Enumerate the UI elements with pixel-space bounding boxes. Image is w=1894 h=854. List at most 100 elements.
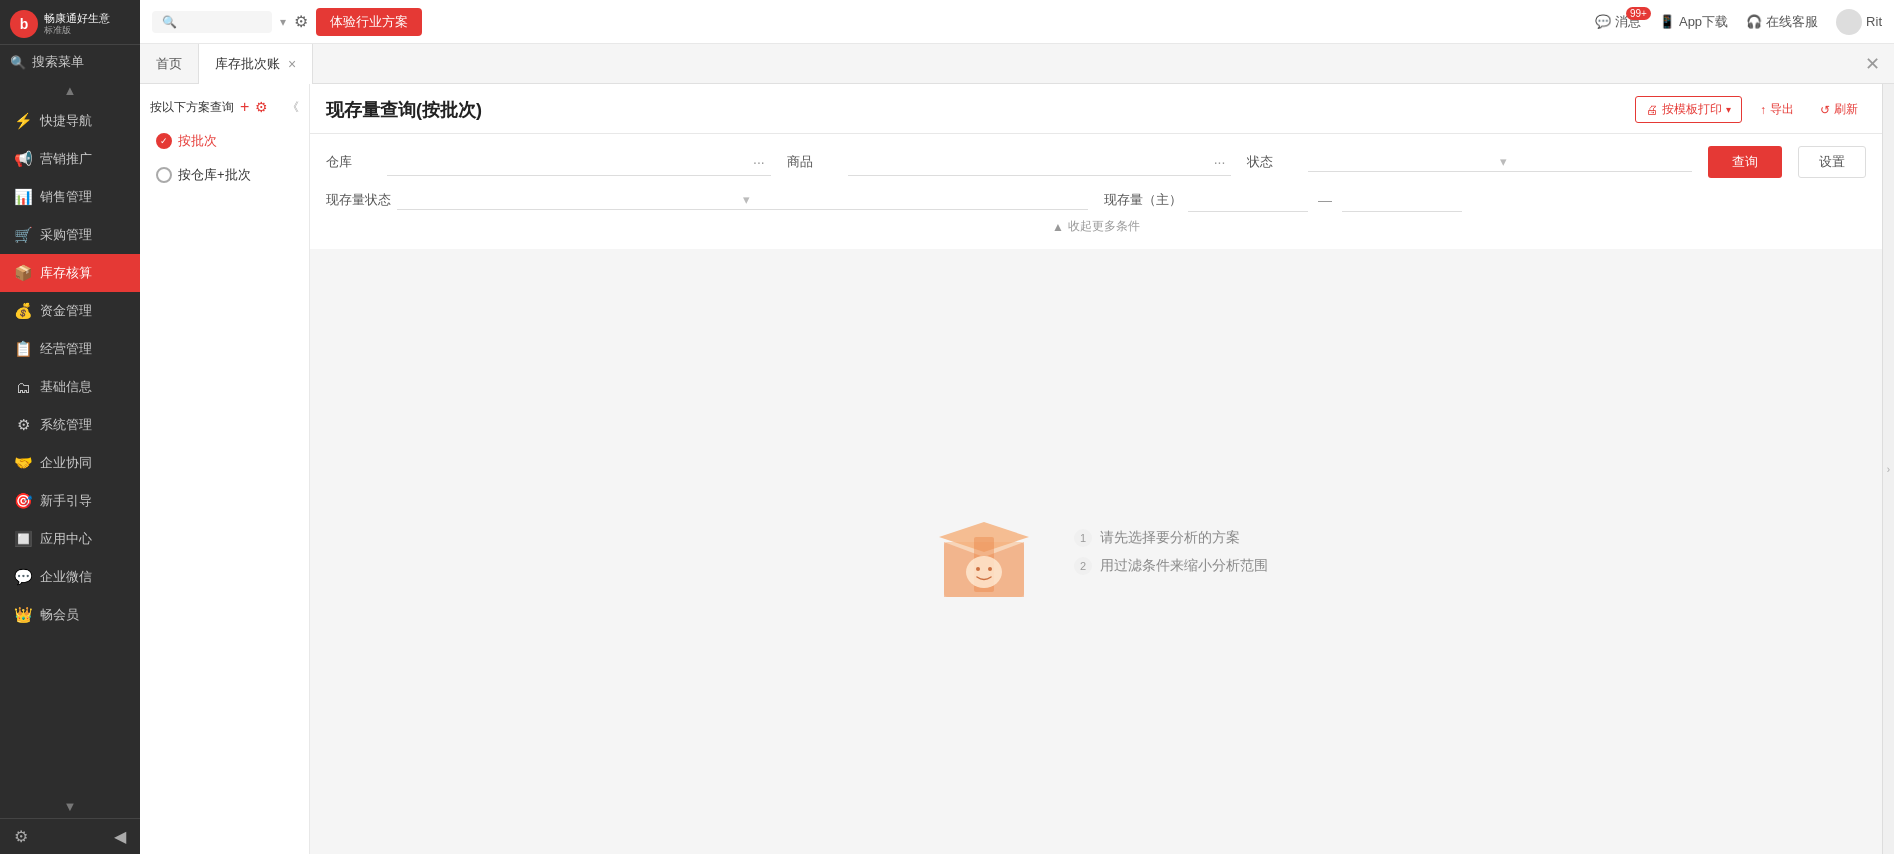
product-dots-icon[interactable]: ··· <box>1214 154 1226 170</box>
refresh-button[interactable]: ↺ 刷新 <box>1812 97 1866 122</box>
system-icon: ⚙ <box>14 416 32 434</box>
tabbar-close-button[interactable]: ✕ <box>1851 53 1894 75</box>
sidebar-item-system[interactable]: ⚙ 系统管理 <box>0 406 140 444</box>
quick-nav-icon: ⚡ <box>14 112 32 130</box>
left-panel-settings-icon[interactable]: ⚙ <box>255 99 268 115</box>
sidebar-item-basic[interactable]: 🗂 基础信息 <box>0 368 140 406</box>
status-chevron-icon: ▾ <box>1500 154 1686 169</box>
product-label: 商品 <box>787 153 842 171</box>
warehouse-field: 仓库 ··· <box>326 148 771 176</box>
sidebar-item-finance[interactable]: 💰 资金管理 <box>0 292 140 330</box>
search-icon: 🔍 <box>10 55 26 70</box>
filter-row-2: 现存量状态 ▾ 现存量（主） — <box>326 188 1866 212</box>
trial-button[interactable]: 体验行业方案 <box>316 8 422 36</box>
sidebar-item-purchase[interactable]: 🛒 采购管理 <box>0 216 140 254</box>
stock-quantity-label: 现存量（主） <box>1104 191 1182 209</box>
sidebar-item-inventory[interactable]: 📦 库存核算 <box>0 254 140 292</box>
left-panel-item-by-batch[interactable]: ✓ 按批次 <box>140 124 309 158</box>
export-icon: ↑ <box>1760 103 1766 117</box>
sidebar-footer: ⚙ ◀ <box>0 818 140 854</box>
inventory-icon: 📦 <box>14 264 32 282</box>
app-download-button[interactable]: 📱 App下载 <box>1659 13 1728 31</box>
messages-button[interactable]: 💬 消息 99+ <box>1595 13 1641 31</box>
topbar-settings-icon[interactable]: ⚙ <box>294 12 308 31</box>
warehouse-dots-icon[interactable]: ··· <box>753 154 765 170</box>
tab-home[interactable]: 首页 <box>140 44 199 84</box>
sidebar-nav: ⚡ 快捷导航 📢 营销推广 📊 销售管理 🛒 采购管理 📦 库存核算 💰 资金管… <box>0 102 140 795</box>
messages-icon: 💬 <box>1595 14 1611 29</box>
page-title: 现存量查询(按批次) <box>326 98 482 122</box>
svg-point-3 <box>976 567 980 571</box>
tabbar: 首页 库存批次账 × ✕ <box>140 44 1894 84</box>
enterprise-icon: 🤝 <box>14 454 32 472</box>
left-panel-item-by-warehouse-batch[interactable]: 按仓库+批次 <box>140 158 309 192</box>
online-service-button[interactable]: 🎧 在线客服 <box>1746 13 1818 31</box>
sidebar-settings-icon[interactable]: ⚙ <box>14 827 28 846</box>
sidebar-collapse-icon[interactable]: ◀ <box>114 827 126 846</box>
hint-num-1: 1 <box>1074 529 1092 547</box>
right-collapse-handle[interactable]: › <box>1882 84 1894 854</box>
page-actions: 🖨 按模板打印 ▾ ↑ 导出 ↺ 刷新 <box>1635 96 1866 123</box>
app-logo: b 畅康通好生意 标准版 <box>0 0 140 45</box>
left-panel-add-icon[interactable]: + <box>240 98 249 116</box>
sidebar-scroll-up[interactable]: ▲ <box>0 79 140 102</box>
sidebar-item-appcenter[interactable]: 🔲 应用中心 <box>0 520 140 558</box>
settings-button[interactable]: 设置 <box>1798 146 1866 178</box>
user-profile[interactable]: Rit <box>1836 9 1882 35</box>
filter-collapse-button[interactable]: ▲ 收起更多条件 <box>326 212 1866 237</box>
tab-close-icon[interactable]: × <box>288 56 296 72</box>
sidebar: b 畅康通好生意 标准版 🔍 搜索菜单 ▲ ⚡ 快捷导航 📢 营销推广 📊 销售… <box>0 0 140 854</box>
print-button[interactable]: 🖨 按模板打印 ▾ <box>1635 96 1742 123</box>
topbar-dropdown-icon[interactable]: ▾ <box>280 15 286 29</box>
tab-inventory-batch[interactable]: 库存批次账 × <box>199 44 313 84</box>
sidebar-scroll-down[interactable]: ▼ <box>0 795 140 818</box>
warehouse-input-wrapper[interactable]: ··· <box>387 148 771 176</box>
filter-area: 仓库 ··· 商品 ··· <box>310 134 1882 249</box>
status-select-wrapper[interactable]: ▾ <box>1308 152 1692 172</box>
sidebar-item-sales[interactable]: 📊 销售管理 <box>0 178 140 216</box>
sidebar-item-enterprise[interactable]: 🤝 企业协同 <box>0 444 140 482</box>
sidebar-item-quick-nav[interactable]: ⚡ 快捷导航 <box>0 102 140 140</box>
left-panel-header: 按以下方案查询 + ⚙ 《 <box>140 94 309 124</box>
main-area: 🔍 ▾ ⚙ 体验行业方案 💬 消息 99+ 📱 App下载 🎧 在线客服 Ri <box>140 0 1894 854</box>
svg-point-4 <box>988 567 992 571</box>
sidebar-item-marketing[interactable]: 📢 营销推广 <box>0 140 140 178</box>
warehouse-input[interactable] <box>393 150 749 173</box>
product-input-wrapper[interactable]: ··· <box>848 148 1232 176</box>
stock-status-field: 现存量状态 ▾ <box>326 190 1088 210</box>
topbar-search-bar[interactable]: 🔍 <box>152 11 272 33</box>
hint-num-2: 2 <box>1074 557 1092 575</box>
sales-icon: 📊 <box>14 188 32 206</box>
left-panel: 按以下方案查询 + ⚙ 《 ✓ 按批次 按仓库+批次 <box>140 84 310 854</box>
status-field: 状态 ▾ <box>1247 152 1692 172</box>
content-area: 按以下方案查询 + ⚙ 《 ✓ 按批次 按仓库+批次 现存量查询(按批次) <box>140 84 1894 854</box>
sidebar-item-operations[interactable]: 📋 经营管理 <box>0 330 140 368</box>
sidebar-item-wechat[interactable]: 💬 企业微信 <box>0 558 140 596</box>
collapse-up-icon: ▲ <box>1052 220 1064 234</box>
stock-status-select-wrapper[interactable]: ▾ <box>397 190 1088 210</box>
sidebar-search[interactable]: 🔍 搜索菜单 <box>0 45 140 79</box>
logo-text: 畅康通好生意 标准版 <box>44 11 110 37</box>
filter-row-1: 仓库 ··· 商品 ··· <box>326 146 1866 178</box>
hint-2: 2 用过滤条件来缩小分析范围 <box>1074 557 1268 575</box>
stock-quantity-to[interactable] <box>1342 188 1462 212</box>
status-label: 状态 <box>1247 153 1302 171</box>
member-icon: 👑 <box>14 606 32 624</box>
product-field: 商品 ··· <box>787 148 1232 176</box>
stock-status-label: 现存量状态 <box>326 191 391 209</box>
empty-state: 1 请先选择要分析的方案 2 用过滤条件来缩小分析范围 <box>310 249 1882 854</box>
print-dropdown-icon[interactable]: ▾ <box>1726 104 1731 115</box>
warehouse-label: 仓库 <box>326 153 381 171</box>
query-button[interactable]: 查询 <box>1708 146 1782 178</box>
stock-quantity-from[interactable] <box>1188 188 1308 212</box>
empty-hints: 1 请先选择要分析的方案 2 用过滤条件来缩小分析范围 <box>1074 529 1268 575</box>
topbar-left: 🔍 ▾ ⚙ 体验行业方案 <box>152 8 1587 36</box>
sidebar-item-newbie[interactable]: 🎯 新手引导 <box>0 482 140 520</box>
sidebar-item-member[interactable]: 👑 畅会员 <box>0 596 140 634</box>
export-button[interactable]: ↑ 导出 <box>1752 97 1802 122</box>
product-input[interactable] <box>854 150 1210 173</box>
refresh-icon: ↺ <box>1820 103 1830 117</box>
left-panel-collapse-icon[interactable]: 《 <box>287 99 299 116</box>
logo-icon: b <box>10 10 38 38</box>
topbar-right: 💬 消息 99+ 📱 App下载 🎧 在线客服 Rit <box>1595 9 1882 35</box>
